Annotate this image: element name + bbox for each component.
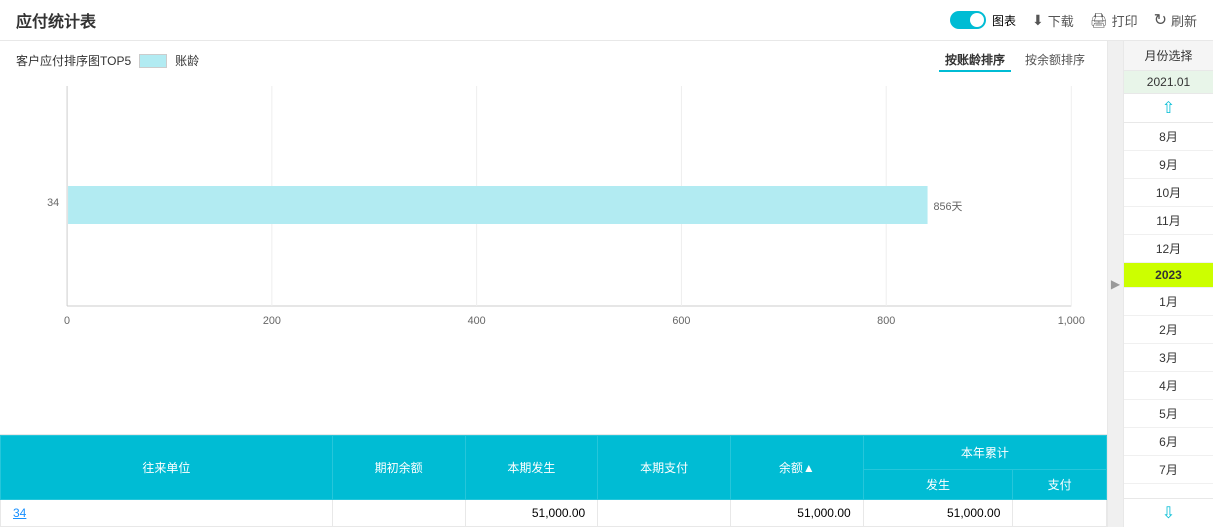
table-header-row: 往来单位 期初余额 本期发生 本期支付 余额▲ 本年累计 bbox=[1, 436, 1107, 470]
svg-text:34: 34 bbox=[47, 197, 59, 209]
col1-header: 往来单位 bbox=[1, 436, 333, 500]
svg-text:200: 200 bbox=[263, 315, 281, 327]
svg-text:1,000: 1,000 bbox=[1058, 315, 1085, 327]
sort-by-amount-button[interactable]: 按账龄排序 bbox=[939, 49, 1011, 72]
cell-col6a: 51,000.00 bbox=[863, 500, 1013, 527]
legend-box-label: 账龄 bbox=[175, 52, 199, 69]
col5-header: 余额▲ bbox=[730, 436, 863, 500]
chart-toggle-wrap: 图表 bbox=[950, 11, 1016, 29]
col6a-subheader: 发生 bbox=[863, 470, 1013, 500]
sidebar-month-1[interactable]: 1月 bbox=[1124, 288, 1213, 316]
cell-col3: 51,000.00 bbox=[465, 500, 598, 527]
bar-chart-container: 0 200 400 600 800 1,000 34 bbox=[0, 76, 1107, 434]
refresh-button[interactable]: 刷新 bbox=[1154, 10, 1197, 30]
chart-legend: 客户应付排序图TOP5 账龄 bbox=[16, 52, 199, 69]
toggle-label: 图表 bbox=[992, 12, 1016, 29]
print-label: 打印 bbox=[1112, 11, 1138, 30]
sidebar-nav-up-button[interactable]: ⇧ bbox=[1124, 94, 1213, 123]
table-area: 往来单位 期初余额 本期发生 本期支付 余额▲ 本年累计 发生 支付 bbox=[0, 434, 1107, 527]
page-title: 应付统计表 bbox=[16, 8, 96, 32]
sidebar-month-9[interactable]: 9月 bbox=[1124, 151, 1213, 179]
sort-controls: 按账龄排序 按余额排序 bbox=[939, 49, 1091, 72]
sidebar-month-11[interactable]: 11月 bbox=[1124, 207, 1213, 235]
app-header: 应付统计表 图表 下载 打印 刷新 bbox=[0, 0, 1213, 41]
download-label: 下载 bbox=[1048, 11, 1074, 30]
sort-by-balance-button[interactable]: 按余额排序 bbox=[1019, 49, 1091, 72]
svg-text:856天: 856天 bbox=[933, 201, 962, 213]
chart-controls: 客户应付排序图TOP5 账龄 按账龄排序 按余额排序 bbox=[0, 41, 1107, 76]
col3-header: 本期发生 bbox=[465, 436, 598, 500]
col2-header: 期初余额 bbox=[332, 436, 465, 500]
download-button[interactable]: 下载 bbox=[1032, 11, 1074, 30]
print-icon bbox=[1090, 12, 1108, 29]
svg-text:400: 400 bbox=[468, 315, 486, 327]
sidebar-month-8[interactable]: 8月 bbox=[1124, 123, 1213, 151]
right-sidebar: 月份选择 2021.01 ⇧ 8月 9月 10月 11月 12月 2023 1月… bbox=[1123, 41, 1213, 527]
sidebar-month-6[interactable]: 6月 bbox=[1124, 428, 1213, 456]
bar-rect bbox=[68, 186, 928, 224]
print-button[interactable]: 打印 bbox=[1090, 11, 1138, 30]
sidebar-month-5[interactable]: 5月 bbox=[1124, 400, 1213, 428]
sidebar-nav-down-button[interactable]: ⇩ bbox=[1124, 498, 1213, 527]
sidebar-month-list: 8月 9月 10月 11月 12月 2023 1月 2月 3月 4月 5月 6月… bbox=[1124, 123, 1213, 498]
sidebar-month-10[interactable]: 10月 bbox=[1124, 179, 1213, 207]
svg-text:0: 0 bbox=[64, 315, 70, 327]
sidebar-month-3[interactable]: 3月 bbox=[1124, 344, 1213, 372]
sidebar-month-4[interactable]: 4月 bbox=[1124, 372, 1213, 400]
col4-header: 本期支付 bbox=[598, 436, 731, 500]
bar-chart-svg: 0 200 400 600 800 1,000 34 bbox=[8, 76, 1091, 356]
sidebar-year-2023[interactable]: 2023 bbox=[1124, 263, 1213, 288]
refresh-label: 刷新 bbox=[1171, 11, 1197, 30]
sidebar-header-label: 月份选择 bbox=[1124, 41, 1213, 71]
sidebar-month-12[interactable]: 12月 bbox=[1124, 235, 1213, 263]
chart-toggle[interactable] bbox=[950, 11, 986, 29]
main-content: 客户应付排序图TOP5 账龄 按账龄排序 按余额排序 0 bbox=[0, 41, 1213, 527]
data-table: 往来单位 期初余额 本期发生 本期支付 余额▲ 本年累计 发生 支付 bbox=[0, 435, 1107, 527]
row-link[interactable]: 34 bbox=[13, 506, 26, 520]
col6-header: 本年累计 bbox=[863, 436, 1106, 470]
download-icon bbox=[1032, 12, 1044, 29]
sidebar-collapse-arrow[interactable]: ▶ bbox=[1107, 41, 1123, 527]
cell-col2 bbox=[332, 500, 465, 527]
sidebar-month-7[interactable]: 7月 bbox=[1124, 456, 1213, 484]
cell-col4 bbox=[598, 500, 731, 527]
legend-text: 客户应付排序图TOP5 bbox=[16, 52, 131, 69]
refresh-icon bbox=[1154, 10, 1167, 30]
chart-table-area: 客户应付排序图TOP5 账龄 按账龄排序 按余额排序 0 bbox=[0, 41, 1107, 527]
cell-col1: 34 bbox=[1, 500, 333, 527]
sidebar-year-label[interactable]: 2021.01 bbox=[1124, 71, 1213, 94]
header-actions: 图表 下载 打印 刷新 bbox=[950, 10, 1197, 30]
svg-text:800: 800 bbox=[877, 315, 895, 327]
svg-text:600: 600 bbox=[672, 315, 690, 327]
cell-col5: 51,000.00 bbox=[730, 500, 863, 527]
col6b-subheader: 支付 bbox=[1013, 470, 1107, 500]
table-row: 34 51,000.00 51,000.00 51,000.00 bbox=[1, 500, 1107, 527]
cell-col6b bbox=[1013, 500, 1107, 527]
sidebar-month-2[interactable]: 2月 bbox=[1124, 316, 1213, 344]
legend-box bbox=[139, 54, 167, 68]
